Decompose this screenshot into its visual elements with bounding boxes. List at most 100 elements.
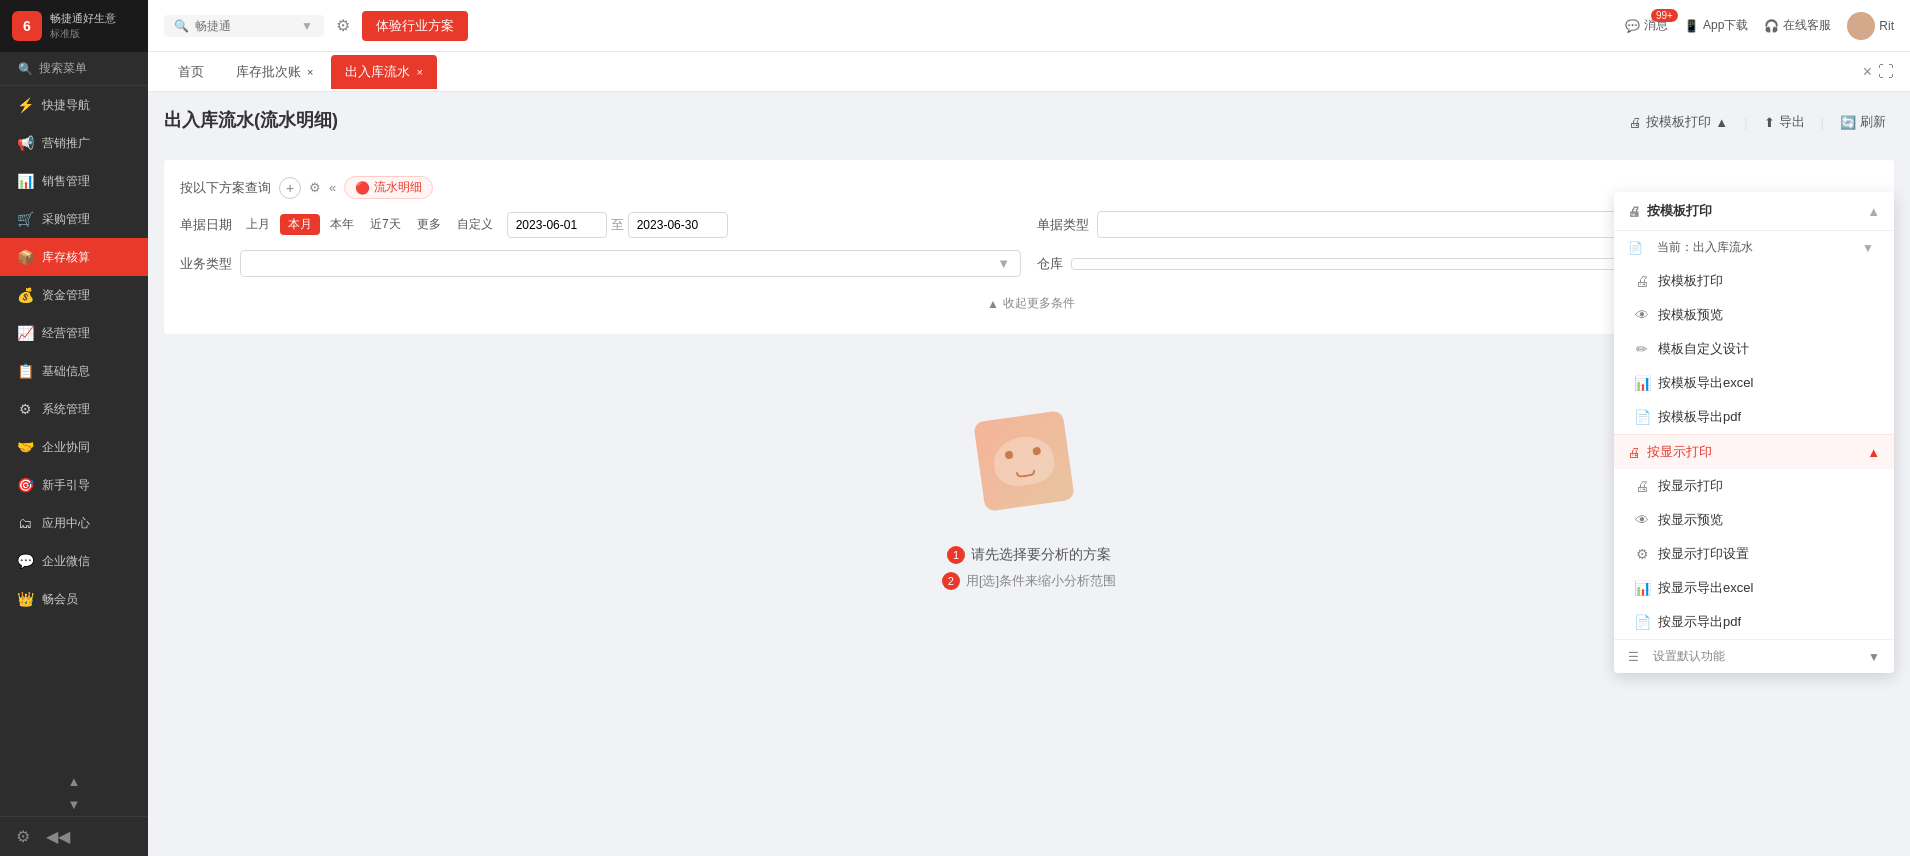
filter-collapse-icon[interactable]: « [329, 180, 336, 195]
print-icon: 🖨 [1629, 115, 1642, 130]
sidebar-item-sys-mgmt[interactable]: ⚙ 系统管理 [0, 390, 148, 428]
operations-icon: 📈 [16, 324, 34, 342]
sidebar-item-base-info[interactable]: 📋 基础信息 [0, 352, 148, 390]
filter-group-biz-type: 业务类型 ▼ [180, 250, 1021, 277]
dropdown-current-label: 当前：出入库流水 [1657, 239, 1854, 256]
sidebar-item-guide[interactable]: 🎯 新手引导 [0, 466, 148, 504]
app-center-icon: 🗂 [16, 514, 34, 532]
settings-icon[interactable]: ⚙ [16, 827, 30, 846]
sidebar-item-marketing[interactable]: 📢 营销推广 [0, 124, 148, 162]
template-print-icon: 🖨 [1634, 273, 1650, 289]
display-export-excel-icon: 📊 [1634, 580, 1650, 596]
dropdown-display-section[interactable]: 🖨 按显示打印 ▲ [1614, 434, 1894, 469]
dropdown-display-export-excel[interactable]: 📊 按显示导出excel [1614, 571, 1894, 605]
sidebar-item-operations[interactable]: 📈 经营管理 [0, 314, 148, 352]
sidebar-bottom: ⚙ ◀◀ [0, 816, 148, 856]
header-online-service[interactable]: 🎧 在线客服 [1764, 17, 1831, 34]
sidebar-item-purchase[interactable]: 🛒 采购管理 [0, 200, 148, 238]
header-message[interactable]: 💬 消息 99+ [1625, 17, 1668, 34]
sidebar-scroll-down[interactable]: ▼ [0, 793, 148, 816]
dropdown-display-preview[interactable]: 👁 按显示预览 [1614, 503, 1894, 537]
sidebar-logo: 6 畅捷通好生意 标准版 [0, 0, 148, 52]
date-to-input[interactable] [628, 212, 728, 238]
dropdown-footer[interactable]: ☰ 设置默认功能 ▼ [1614, 639, 1894, 673]
tab-close-all-button[interactable]: × [1863, 63, 1872, 81]
sidebar-item-enterprise-wx[interactable]: 💬 企业微信 [0, 542, 148, 580]
dropdown-template-print[interactable]: 🖨 按模板打印 [1614, 264, 1894, 298]
display-print-label: 按显示打印 [1658, 477, 1723, 495]
online-service-label: 在线客服 [1783, 17, 1831, 34]
template-preview-label: 按模板预览 [1658, 306, 1723, 324]
tab-inventory-batch-close[interactable]: × [307, 66, 313, 78]
collapse-arrow-up-icon: ▲ [987, 297, 999, 311]
page-title: 出入库流水(流水明细) [164, 108, 338, 132]
filter-add-button[interactable]: + [279, 177, 301, 199]
date-shortcut-this-month[interactable]: 本月 [280, 214, 320, 235]
main-area: 🔍 ▼ ⚙ 体验行业方案 💬 消息 99+ 📱 App下载 🎧 在线客服 R [148, 0, 1910, 856]
header-search-box[interactable]: 🔍 ▼ [164, 15, 324, 37]
dropdown-template-export-excel[interactable]: 📊 按模板导出excel [1614, 366, 1894, 400]
dropdown-template-custom[interactable]: ✏ 模板自定义设计 [1614, 332, 1894, 366]
finance-label: 资金管理 [42, 287, 90, 304]
sidebar-item-app-center[interactable]: 🗂 应用中心 [0, 504, 148, 542]
sidebar-item-enterprise[interactable]: 🤝 企业协同 [0, 428, 148, 466]
dropdown-display-export-pdf[interactable]: 📄 按显示导出pdf [1614, 605, 1894, 639]
sidebar-item-sales[interactable]: 📊 销售管理 [0, 162, 148, 200]
company-name: 畅捷通好生意 [50, 11, 116, 26]
display-settings-icon: ⚙ [1634, 546, 1650, 562]
sidebar-item-finance[interactable]: 💰 资金管理 [0, 276, 148, 314]
dropdown-template-export-pdf[interactable]: 📄 按模板导出pdf [1614, 400, 1894, 434]
date-shortcut-more[interactable]: 更多 [411, 214, 447, 235]
date-shortcut-custom[interactable]: 自定义 [451, 214, 499, 235]
sidebar-item-member[interactable]: 👑 畅会员 [0, 580, 148, 618]
operations-label: 经营管理 [42, 325, 90, 342]
guide-label: 新手引导 [42, 477, 90, 494]
dropdown-display-print[interactable]: 🖨 按显示打印 [1614, 469, 1894, 503]
filter-settings-icon[interactable]: ⚙ [309, 180, 321, 195]
empty-mouth-icon [1015, 470, 1036, 479]
base-info-label: 基础信息 [42, 363, 90, 380]
biz-type-arrow-icon: ▼ [997, 256, 1010, 271]
header-settings-icon[interactable]: ⚙ [336, 16, 350, 35]
member-icon: 👑 [16, 590, 34, 608]
sidebar-item-quick-nav[interactable]: ⚡ 快捷导航 [0, 86, 148, 124]
sidebar-scroll-up[interactable]: ▲ [0, 770, 148, 793]
trial-button[interactable]: 体验行业方案 [362, 11, 468, 41]
tab-home[interactable]: 首页 [164, 55, 218, 89]
tab-inventory-flow-close[interactable]: × [416, 66, 422, 78]
dropdown-display-settings[interactable]: ⚙ 按显示打印设置 [1614, 537, 1894, 571]
app-logo-icon: 6 [12, 11, 42, 41]
dropdown-collapse-icon[interactable]: ▲ [1867, 204, 1880, 219]
biz-type-select[interactable]: ▼ [240, 250, 1021, 277]
print-template-button[interactable]: 🖨 按模板打印 ▲ [1621, 109, 1736, 135]
date-from-input[interactable] [507, 212, 607, 238]
dropdown-current-arrow: ▼ [1862, 241, 1874, 255]
sidebar-item-inventory[interactable]: 📦 库存核算 [0, 238, 148, 276]
header-user[interactable]: Rit [1847, 12, 1894, 40]
date-shortcut-this-year[interactable]: 本年 [324, 214, 360, 235]
collapse-icon[interactable]: ◀◀ [46, 827, 70, 846]
dropdown-current-template[interactable]: 📄 当前：出入库流水 ▼ [1614, 231, 1894, 264]
tab-inventory-batch[interactable]: 库存批次账 × [222, 55, 327, 89]
refresh-label: 刷新 [1860, 113, 1886, 131]
tab-maximize-button[interactable]: ⛶ [1878, 63, 1894, 81]
header-search-input[interactable] [195, 19, 295, 33]
inventory-icon: 📦 [16, 248, 34, 266]
empty-step-2: 2 [942, 572, 960, 590]
date-shortcut-7days[interactable]: 近7天 [364, 214, 407, 235]
tab-inventory-flow[interactable]: 出入库流水 × [331, 55, 436, 89]
header-app-download[interactable]: 📱 App下载 [1684, 17, 1748, 34]
export-button[interactable]: ⬆ 导出 [1756, 109, 1813, 135]
guide-icon: 🎯 [16, 476, 34, 494]
date-shortcut-last-month[interactable]: 上月 [240, 214, 276, 235]
quick-nav-label: 快捷导航 [42, 97, 90, 114]
filter-chip[interactable]: 🔴 流水明细 [344, 176, 433, 199]
sales-label: 销售管理 [42, 173, 90, 190]
dropdown-template-preview[interactable]: 👁 按模板预览 [1614, 298, 1894, 332]
sidebar-search-menu[interactable]: 🔍 搜索菜单 [0, 52, 148, 86]
empty-hint-2: 2 用[选]条件来缩小分析范围 [942, 572, 1116, 590]
refresh-button[interactable]: 🔄 刷新 [1832, 109, 1894, 135]
online-service-icon: 🎧 [1764, 19, 1779, 33]
template-export-excel-label: 按模板导出excel [1658, 374, 1753, 392]
header-right: 💬 消息 99+ 📱 App下载 🎧 在线客服 Rit [1625, 12, 1894, 40]
